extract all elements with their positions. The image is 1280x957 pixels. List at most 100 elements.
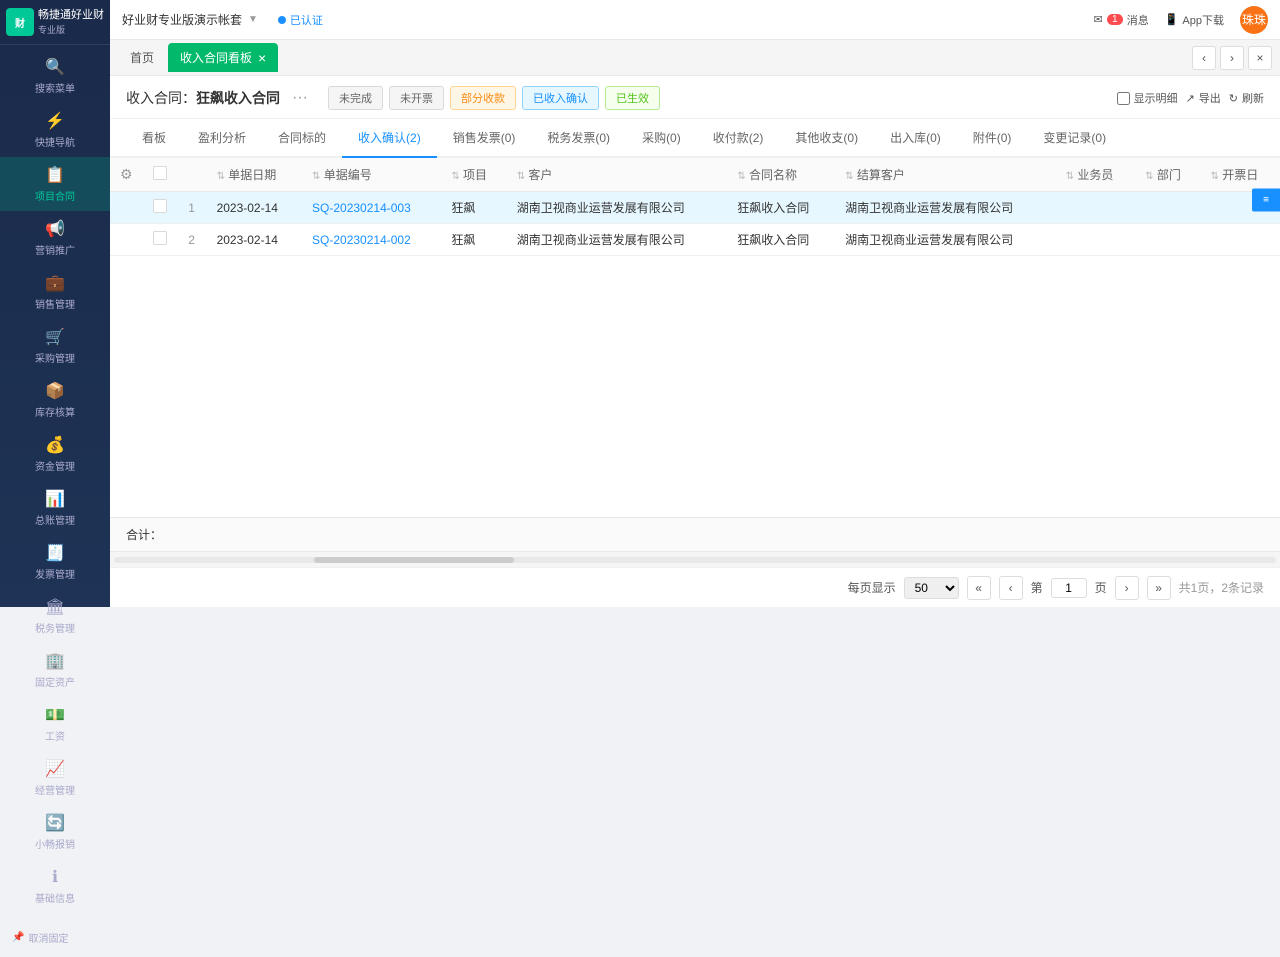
company-selector[interactable]: 好业财专业版演示帐套 ▼ <box>122 11 258 28</box>
sidebar-item-销售管理[interactable]: 💼销售管理 <box>0 265 110 319</box>
prev-page-button[interactable]: ‹ <box>999 576 1023 600</box>
sidebar-item-发票管理[interactable]: 🧾发票管理 <box>0 535 110 589</box>
page-content: 收入合同：狂飙收入合同 ··· 未完成未开票部分收款已收入确认已生效 显示明细 … <box>110 76 1280 607</box>
sidebar-item-采购管理[interactable]: 🛒采购管理 <box>0 319 110 373</box>
nav-icon: 🔍 <box>45 57 65 77</box>
first-page-button[interactable]: « <box>967 576 991 600</box>
subtab-采购[interactable]: 采购(0) <box>626 119 697 158</box>
subtab-附件[interactable]: 附件(0) <box>957 119 1028 158</box>
refresh-button[interactable]: ↻ 刷新 <box>1229 90 1264 106</box>
doc-link[interactable]: SQ-20230214-003 <box>312 201 411 215</box>
date-column-header[interactable]: ⇅ 单据日期 <box>207 158 302 192</box>
sidebar-item-搜索菜单[interactable]: 🔍搜索菜单 <box>0 49 110 103</box>
app-sub: 专业版 <box>38 23 104 36</box>
sidebar-item-税务管理[interactable]: 🏛税务管理 <box>0 589 110 643</box>
row-check-input[interactable] <box>153 199 167 213</box>
last-page-button[interactable]: » <box>1147 576 1171 600</box>
table-header-row: ⚙ ⇅ 单据日期 ⇅ 单据编号 ⇅ 项目 ⇅ 客户 ⇅ 合同名称 ⇅ 结算客户 … <box>110 158 1280 192</box>
salesperson-column-header[interactable]: ⇅ 业务员 <box>1056 158 1135 192</box>
row-final-customer: 湖南卫视商业运营发展有限公司 <box>835 192 1056 224</box>
sidebar-item-总账管理[interactable]: 📊总账管理 <box>0 481 110 535</box>
row-docno[interactable]: SQ-20230214-002 <box>302 224 441 256</box>
sidebar-item-库存核算[interactable]: 📦库存核算 <box>0 373 110 427</box>
sidebar-pin-toggle[interactable]: 📌 取消固定 <box>8 926 102 949</box>
nav-label: 项目合同 <box>35 188 75 203</box>
sidebar-item-项目合同[interactable]: 📋项目合同 <box>0 157 110 211</box>
table-row[interactable]: 2 2023-02-14 SQ-20230214-002 狂飙 湖南卫视商业运营… <box>110 224 1280 256</box>
tab-active-label: 收入合同看板 <box>180 49 252 66</box>
horizontal-scrollbar[interactable] <box>110 551 1280 567</box>
message-badge: 1 <box>1107 14 1123 25</box>
open-date-column-header[interactable]: ⇅ 开票日 <box>1200 158 1280 192</box>
tab-next-button[interactable]: › <box>1220 46 1244 70</box>
sidebar-item-工资[interactable]: 💵工资 <box>0 697 110 751</box>
department-column-header[interactable]: ⇅ 部门 <box>1135 158 1200 192</box>
user-avatar-button[interactable]: 珠珠 <box>1240 6 1268 34</box>
tab-close-icon[interactable]: × <box>258 51 266 65</box>
customer-column-header[interactable]: ⇅ 客户 <box>507 158 728 192</box>
sidebar-item-经营管理[interactable]: 📈经营管理 <box>0 751 110 805</box>
row-checkbox[interactable] <box>143 224 177 256</box>
subtab-盈利分析[interactable]: 盈利分析 <box>182 119 262 158</box>
float-action-button[interactable]: ≡ <box>1252 189 1280 212</box>
row-docno[interactable]: SQ-20230214-003 <box>302 192 441 224</box>
sidebar-item-小畅报销[interactable]: 🔄小畅报销 <box>0 805 110 859</box>
subtab-收入确认[interactable]: 收入确认(2) <box>342 119 437 158</box>
message-button[interactable]: ✉ 1 消息 <box>1094 12 1149 28</box>
subtab-看板[interactable]: 看板 <box>126 119 182 158</box>
subtab-其他收支[interactable]: 其他收支(0) <box>779 119 874 158</box>
right-float-panel: ≡ <box>1252 189 1280 212</box>
tab-home[interactable]: 首页 <box>118 43 166 72</box>
select-all-checkbox[interactable] <box>153 166 167 180</box>
tab-prev-button[interactable]: ‹ <box>1192 46 1216 70</box>
status-btn-已生效[interactable]: 已生效 <box>605 86 660 110</box>
show-detail-checkbox[interactable]: 显示明细 <box>1117 90 1178 106</box>
tab-contract-board[interactable]: 收入合同看板 × <box>168 43 278 72</box>
final-customer-column-header[interactable]: ⇅ 结算客户 <box>835 158 1056 192</box>
checkbox-column-header[interactable] <box>143 158 177 192</box>
subtab-变更记录[interactable]: 变更记录(0) <box>1027 119 1122 158</box>
table-row[interactable]: 1 2023-02-14 SQ-20230214-003 狂飙 湖南卫视商业运营… <box>110 192 1280 224</box>
row-salesperson <box>1056 224 1135 256</box>
page-number-input[interactable] <box>1051 578 1087 598</box>
settings-column-header[interactable]: ⚙ <box>110 158 143 192</box>
sidebar-item-快捷导航[interactable]: ⚡快捷导航 <box>0 103 110 157</box>
tab-close-button[interactable]: × <box>1248 46 1272 70</box>
row-check-input[interactable] <box>153 231 167 245</box>
subtab-销售发票[interactable]: 销售发票(0) <box>437 119 532 158</box>
show-detail-input[interactable] <box>1117 92 1130 105</box>
subtab-出入库[interactable]: 出入库(0) <box>874 119 957 158</box>
contract-name-column-header[interactable]: ⇅ 合同名称 <box>727 158 835 192</box>
subtab-合同标的[interactable]: 合同标的 <box>262 119 342 158</box>
subtab-收付款[interactable]: 收付款(2) <box>697 119 780 158</box>
status-btn-部分收款[interactable]: 部分收款 <box>450 86 516 110</box>
row-settings[interactable] <box>110 224 143 256</box>
sort-icon2: ⇅ <box>312 171 320 182</box>
project-column-header[interactable]: ⇅ 项目 <box>441 158 506 192</box>
scroll-thumb[interactable] <box>314 557 514 563</box>
sidebar-item-营销推广[interactable]: 📢营销推广 <box>0 211 110 265</box>
nav-label: 采购管理 <box>35 350 75 365</box>
status-btn-未开票[interactable]: 未开票 <box>389 86 444 110</box>
sidebar-item-资金管理[interactable]: 💰资金管理 <box>0 427 110 481</box>
contract-more-button[interactable]: ··· <box>292 90 308 106</box>
contract-prefix: 收入合同：狂飙收入合同 <box>126 88 280 108</box>
status-btn-已收入确认[interactable]: 已收入确认 <box>522 86 599 110</box>
page-size-select[interactable]: 50 100 200 <box>904 577 959 599</box>
export-button[interactable]: ↗ 导出 <box>1186 90 1221 106</box>
app-download-button[interactable]: 📱 App下载 <box>1165 12 1224 28</box>
row-settings[interactable] <box>110 192 143 224</box>
sidebar-item-基础信息[interactable]: ℹ基础信息 <box>0 859 110 913</box>
sidebar-item-固定资产[interactable]: 🏢固定资产 <box>0 643 110 697</box>
status-btn-未完成[interactable]: 未完成 <box>328 86 383 110</box>
docno-column-header[interactable]: ⇅ 单据编号 <box>302 158 441 192</box>
sort-icon4: ⇅ <box>517 171 525 182</box>
sort-icon7: ⇅ <box>1066 171 1074 182</box>
logo-icon: 财 <box>6 8 34 36</box>
page-label-before: 第 <box>1031 579 1043 596</box>
next-page-button[interactable]: › <box>1115 576 1139 600</box>
nav-icon: 💵 <box>45 705 65 725</box>
doc-link[interactable]: SQ-20230214-002 <box>312 233 411 247</box>
row-checkbox[interactable] <box>143 192 177 224</box>
subtab-税务发票[interactable]: 税务发票(0) <box>531 119 626 158</box>
